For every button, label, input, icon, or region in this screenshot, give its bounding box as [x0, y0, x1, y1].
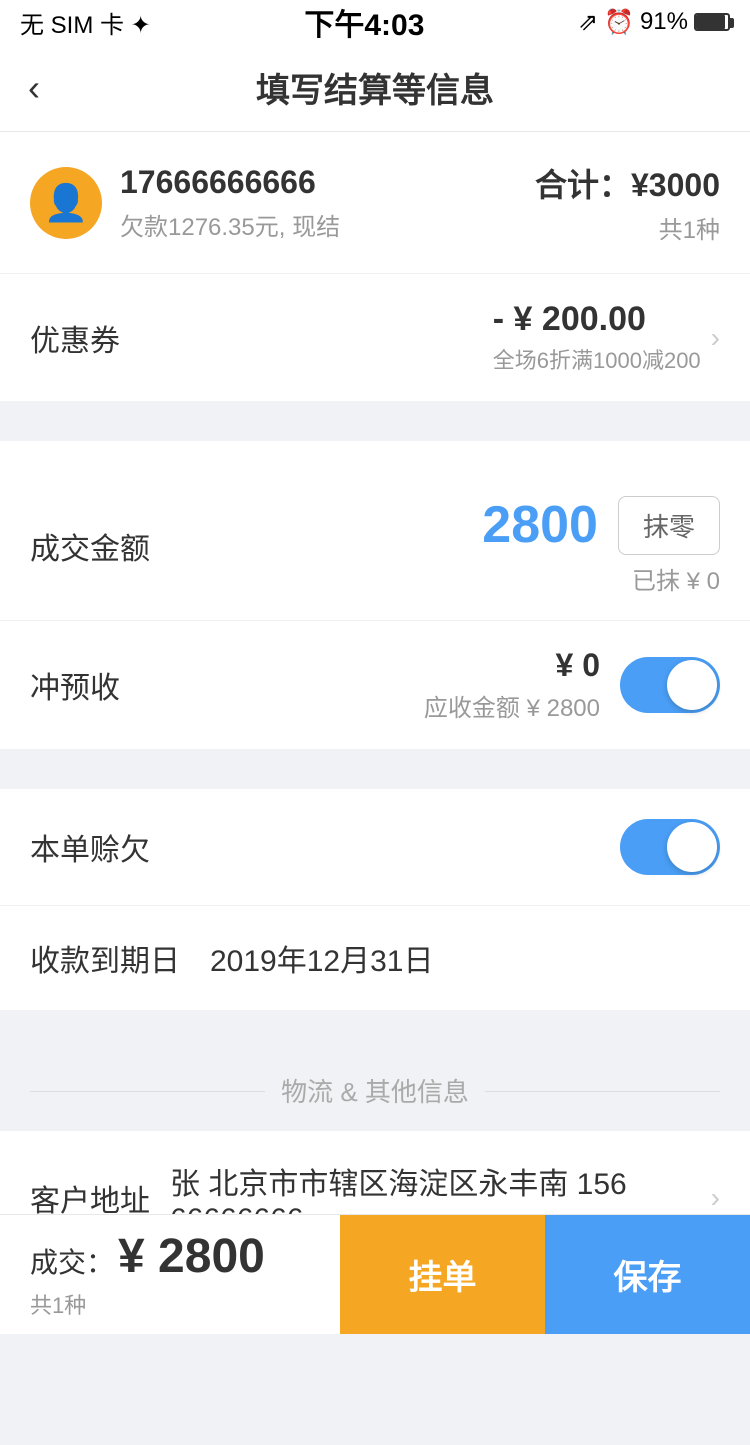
- logistics-title: 物流 & 其他信息: [265, 1072, 485, 1109]
- coupon-discount: - ¥ 200.00: [493, 300, 701, 339]
- bottom-summary: 成交： ¥ 2800 共1种: [0, 1229, 340, 1320]
- due-date-label: 收款到期日: [30, 936, 180, 980]
- avatar: 👤: [30, 167, 102, 239]
- sim-status: 无 SIM 卡 ✦: [20, 5, 151, 40]
- coupon-label: 优惠券: [30, 316, 120, 360]
- divider-2: [0, 769, 750, 789]
- deal-amount-row: 成交金额 2800 抹零 已抹 ¥ 0: [30, 471, 720, 620]
- pre-collection-row: 冲预收 ¥ 0 应收金额 ¥ 2800: [0, 620, 750, 749]
- bottom-deal-prefix: 成交：: [30, 1241, 114, 1281]
- save-button[interactable]: 保存: [545, 1215, 750, 1334]
- customer-info: 17666666666 欠款1276.35元, 现结: [120, 164, 340, 242]
- customer-section: 👤 17666666666 欠款1276.35元, 现结 合计：¥3000 共1…: [0, 132, 750, 401]
- pre-amount: ¥ 0: [424, 647, 600, 684]
- debt-section: 本单赊欠 收款到期日 2019年12月31日: [0, 789, 750, 1010]
- coupon-row[interactable]: 优惠券 - ¥ 200.00 全场6折满1000减200 ›: [0, 273, 750, 401]
- customer-right: 合计：¥3000 共1种: [535, 160, 720, 245]
- debt-toggle-knob: [667, 822, 717, 872]
- logistics-header: 物流 & 其他信息: [0, 1050, 750, 1131]
- pre-amount-wrap: ¥ 0 应收金额 ¥ 2800: [424, 647, 600, 723]
- divider-3: [0, 1030, 750, 1050]
- customer-phone: 17666666666: [120, 164, 340, 201]
- deal-amount-right: 2800 抹零: [482, 495, 720, 555]
- pre-collection-label: 冲预收: [30, 663, 120, 707]
- bottom-count: 共1种: [30, 1288, 310, 1320]
- pre-collection-toggle[interactable]: [620, 657, 720, 713]
- bottom-deal-row: 成交： ¥ 2800: [30, 1229, 310, 1284]
- coupon-desc: 全场6折满1000减200: [493, 343, 701, 375]
- debt-toggle[interactable]: [620, 819, 720, 875]
- status-bar: 无 SIM 卡 ✦ 下午4:03 ⇗ ⏰ 91%: [0, 0, 750, 44]
- customer-debt: 欠款1276.35元, 现结: [120, 207, 340, 242]
- alarm-icon: ⏰: [604, 8, 634, 37]
- divider-1: [0, 421, 750, 441]
- nav-bar: ‹ 填写结算等信息: [0, 44, 750, 132]
- round-zero-button[interactable]: 抹零: [618, 496, 720, 555]
- total-value: 合计：¥3000: [535, 160, 720, 206]
- status-time: 下午4:03: [304, 0, 424, 44]
- battery-icon: [694, 13, 730, 31]
- avatar-icon: 👤: [44, 182, 89, 224]
- debt-label: 本单赊欠: [30, 825, 150, 869]
- pre-collection-right: ¥ 0 应收金额 ¥ 2800: [424, 647, 720, 723]
- bottom-bar: 成交： ¥ 2800 共1种 挂单 保存: [0, 1214, 750, 1334]
- coupon-right: - ¥ 200.00 全场6折满1000减200 ›: [493, 300, 720, 375]
- deal-amount-label: 成交金额: [30, 524, 150, 568]
- toggle-knob: [667, 660, 717, 710]
- page-title: 填写结算等信息: [256, 63, 494, 112]
- deal-amount-value: 2800: [482, 495, 598, 555]
- deal-amount-sub: 已抹 ¥ 0: [482, 561, 720, 596]
- coupon-chevron-icon: ›: [711, 322, 720, 354]
- address-chevron-icon: ›: [711, 1182, 720, 1214]
- amount-section: 成交金额 2800 抹零 已抹 ¥ 0 冲预收 ¥ 0 应收金额 ¥ 2800: [0, 441, 750, 749]
- location-icon: ⇗: [578, 8, 598, 37]
- debt-row: 本单赊欠: [0, 789, 750, 905]
- status-right: ⇗ ⏰ 91%: [578, 8, 730, 37]
- customer-left: 👤 17666666666 欠款1276.35元, 现结: [30, 164, 340, 242]
- customer-row: 👤 17666666666 欠款1276.35元, 现结 合计：¥3000 共1…: [0, 132, 750, 273]
- battery-level: 91%: [640, 8, 688, 36]
- total-count: 共1种: [535, 210, 720, 245]
- back-button[interactable]: ‹: [28, 67, 40, 109]
- pre-sub: 应收金额 ¥ 2800: [424, 688, 600, 723]
- pending-button[interactable]: 挂单: [340, 1215, 545, 1334]
- status-left: 无 SIM 卡 ✦: [20, 5, 151, 40]
- due-date-row: 收款到期日 2019年12月31日: [0, 905, 750, 1010]
- bottom-deal-amount: ¥ 2800: [118, 1229, 265, 1284]
- due-date-value: 2019年12月31日: [210, 936, 433, 980]
